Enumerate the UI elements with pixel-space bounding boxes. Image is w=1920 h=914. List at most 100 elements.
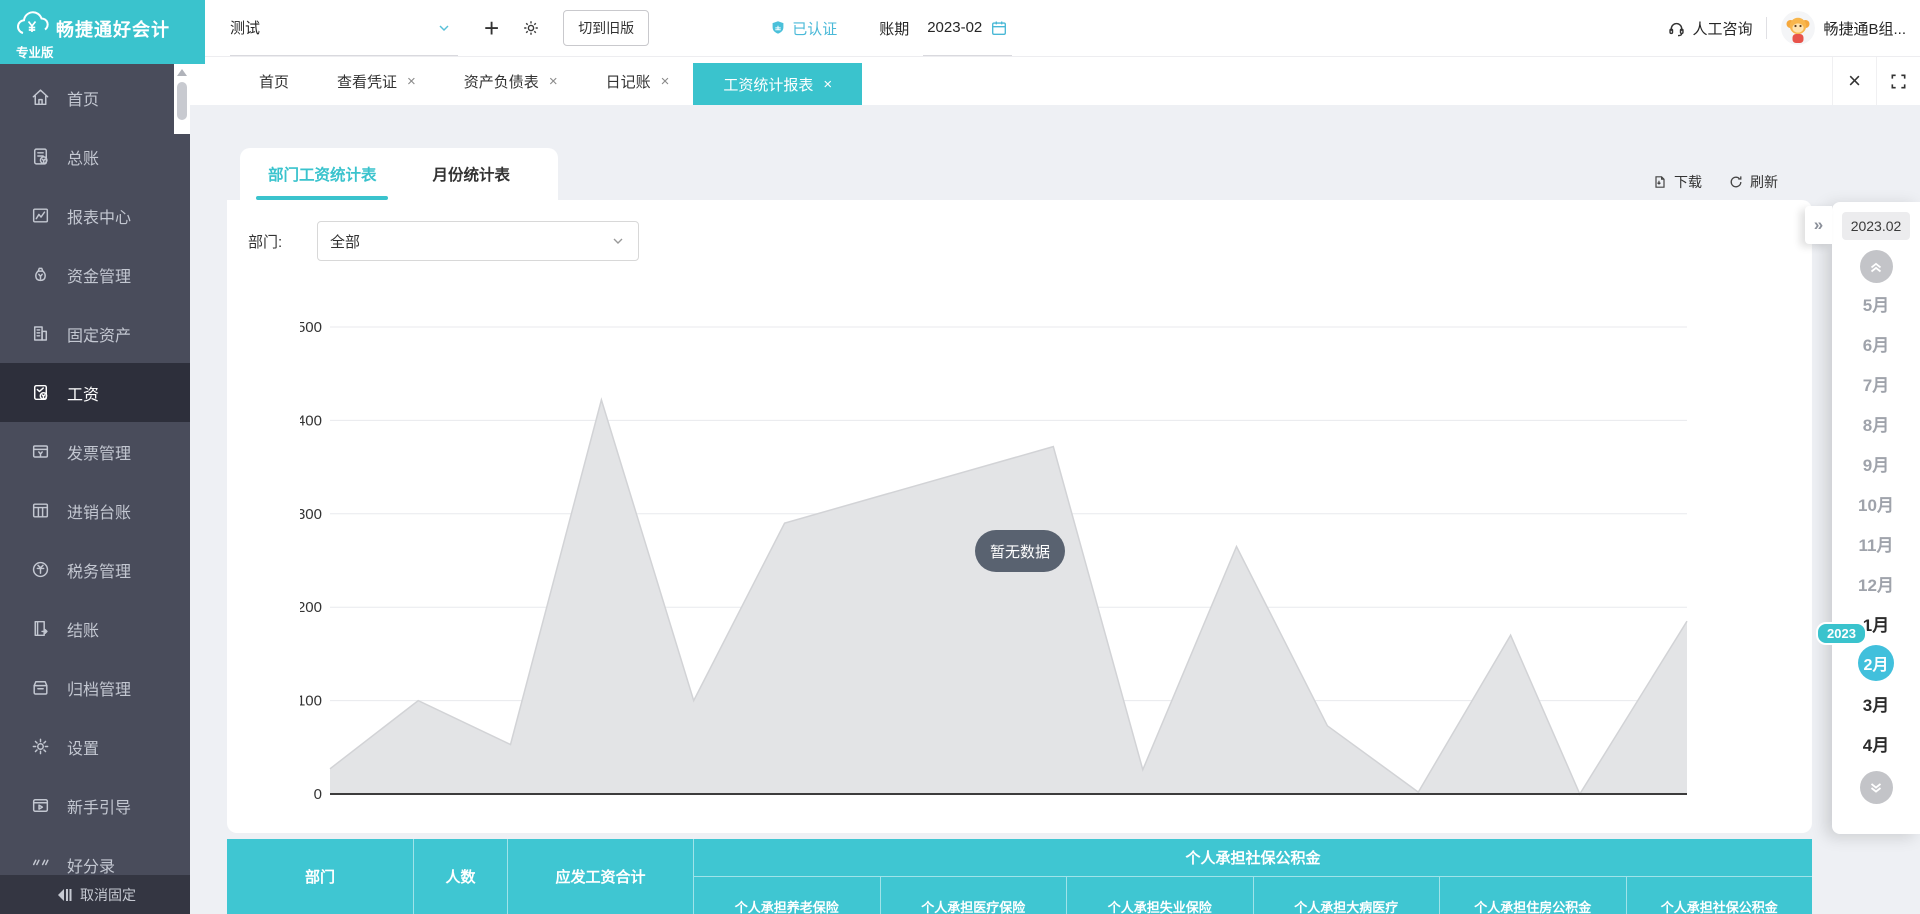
switch-old-version-button[interactable]: 切到旧版 <box>563 10 650 46</box>
month-item[interactable]: 10月 <box>1832 483 1920 523</box>
quote-icon <box>30 854 51 875</box>
sidebar-item-label: 资金管理 <box>67 268 132 286</box>
support-button[interactable]: 人工咨询 <box>1667 18 1752 39</box>
sidebar-item-assets[interactable]: 固定资产 <box>0 304 190 363</box>
selected-month-circle[interactable]: 2月 <box>1858 645 1894 681</box>
sidebar-item-trade[interactable]: 进销台账 <box>0 481 190 540</box>
sidebar-item-tax[interactable]: 税务管理 <box>0 540 190 599</box>
empty-data-badge: 暂无数据 <box>975 530 1065 572</box>
month-item[interactable]: 2月 <box>1832 643 1920 683</box>
column-header-department: 部门 <box>227 839 414 914</box>
gear-icon[interactable] <box>521 18 541 38</box>
sidebar-item-salary[interactable]: 工资 <box>0 363 190 422</box>
guide-icon <box>30 795 51 816</box>
report-tab[interactable]: 部门工资统计表 <box>240 148 405 200</box>
tax-icon <box>30 559 51 580</box>
sidebar-items: 首页 总账 报表中心资金管理固定资产工资发票管理进销台账税务管理结账归档管理设置 新手… <box>0 64 190 894</box>
account-selector[interactable]: 测试 <box>230 0 458 56</box>
tab-close-icon[interactable]: × <box>661 73 670 90</box>
calendar-icon <box>990 19 1008 37</box>
report-tab[interactable]: 月份统计表 <box>405 148 539 200</box>
month-item[interactable]: 8月 <box>1832 403 1920 443</box>
sidebar-item-guide[interactable]: 新手引导 <box>0 776 190 835</box>
workspace-tab[interactable]: 工资统计报表 × <box>693 63 863 105</box>
app-logo: 畅捷通好会计 专业版 <box>0 0 205 64</box>
tab-close-icon[interactable]: × <box>549 73 558 90</box>
shield-icon <box>769 19 787 37</box>
workspace-tab[interactable]: 资产负债表 × <box>440 57 582 105</box>
workspace-tab[interactable]: 日记账 × <box>582 57 694 105</box>
period-selector: 账期 2023-02 <box>879 0 1013 56</box>
scroll-up-arrow-icon[interactable] <box>177 69 187 76</box>
assets-icon <box>30 323 51 344</box>
download-label: 下载 <box>1674 174 1702 190</box>
fullscreen-button[interactable] <box>1876 57 1920 105</box>
sidebar-item-archive[interactable]: 归档管理 <box>0 658 190 717</box>
department-select[interactable]: 全部 <box>317 221 639 261</box>
sidebar-item-invoice[interactable]: 发票管理 <box>0 422 190 481</box>
download-button[interactable]: 下载 <box>1652 172 1702 192</box>
workspace-tab[interactable]: 首页 <box>235 57 313 105</box>
month-item[interactable]: 12月 <box>1832 563 1920 603</box>
month-item[interactable]: 3月 <box>1832 683 1920 723</box>
closing-icon <box>30 618 51 639</box>
sidebar-item-home[interactable]: 首页 <box>0 68 190 127</box>
scroll-months-up-button[interactable] <box>1859 250 1893 283</box>
sidebar-item-closing[interactable]: 结账 <box>0 599 190 658</box>
workspace-tab-label: 资产负债表 <box>463 73 539 91</box>
workspace-tab[interactable]: 查看凭证 × <box>313 57 440 105</box>
scroll-months-down-button[interactable] <box>1859 771 1893 804</box>
sidebar-scrollbar[interactable] <box>174 64 190 134</box>
sidebar-item-settings[interactable]: 设置 <box>0 717 190 776</box>
group-header-label: 个人承担社保公积金 <box>694 839 1812 877</box>
refresh-button[interactable]: 刷新 <box>1728 172 1778 192</box>
column-header-headcount: 人数 <box>414 839 508 914</box>
tab-close-icon[interactable]: × <box>407 73 416 90</box>
headset-icon <box>1667 19 1686 38</box>
sub-column-header: 个人承担社保公积金 <box>1660 899 1778 914</box>
certified-badge[interactable]: 已认证 <box>769 18 837 39</box>
avatar[interactable] <box>1781 11 1816 45</box>
sidebar-item-funds[interactable]: 资金管理 <box>0 245 190 304</box>
report-tab-label: 部门工资统计表 <box>268 167 377 184</box>
collapse-panel-button[interactable]: » <box>1805 206 1832 244</box>
support-label: 人工咨询 <box>1692 20 1753 38</box>
home-icon <box>30 87 51 108</box>
user-name[interactable]: 畅捷通B组... <box>1823 18 1906 39</box>
report-tabs: 部门工资统计表 月份统计表 <box>240 148 558 200</box>
period-month-panel: » 2023.02 5月 6月 7月 8月 9月 10月 11月 12月 1月 2月 3月 4月 20… <box>1805 202 1920 834</box>
period-value: 2023-02 <box>927 19 983 36</box>
year-badge: 2023 <box>1816 622 1867 645</box>
sidebar: 首页 总账 报表中心资金管理固定资产工资发票管理进销台账税务管理结账归档管理设置 新手… <box>0 64 190 914</box>
sidebar-item-label: 税务管理 <box>67 563 132 581</box>
sidebar-item-report[interactable]: 报表中心 <box>0 186 190 245</box>
department-filter-label: 部门: <box>248 234 283 251</box>
month-item[interactable]: 6月 <box>1832 323 1920 363</box>
add-account-set-button[interactable]: + <box>484 15 499 41</box>
cloud-logo-icon <box>12 8 52 42</box>
sidebar-item-label: 归档管理 <box>67 681 132 699</box>
sidebar-item-label: 工资 <box>67 386 100 404</box>
salary-table-header: 部门 人数 应发工资合计 个人承担社保公积金 个人承担养老保险 个人承担医疗保险个… <box>227 839 1812 914</box>
salary-table: 部门 人数 应发工资合计 个人承担社保公积金 个人承担养老保险 个人承担医疗保险个… <box>227 839 1812 914</box>
sub-column-header: 个人承担失业保险 <box>1067 877 1254 914</box>
svg-text:0: 0 <box>314 786 322 803</box>
close-all-tabs-button[interactable]: × <box>1832 57 1876 105</box>
workspace-tabs: 首页 查看凭证 × 资产负债表 × 日记账 × 工资统计报表 × <box>235 57 863 105</box>
period-field[interactable]: 2023-02 <box>923 0 1013 56</box>
unpin-sidebar-button[interactable]: 取消固定 <box>0 875 190 914</box>
unpin-label: 取消固定 <box>80 886 136 903</box>
month-item[interactable]: 4月 <box>1832 723 1920 763</box>
month-item[interactable]: 9月 <box>1832 443 1920 483</box>
divider <box>1766 17 1768 39</box>
tab-close-icon[interactable]: × <box>823 76 832 93</box>
sidebar-item-label: 发票管理 <box>67 445 132 463</box>
sidebar-item-ledger[interactable]: 总账 <box>0 127 190 186</box>
month-item[interactable]: 11月 <box>1832 523 1920 563</box>
chevron-down-icon <box>436 20 452 36</box>
scrollbar-thumb[interactable] <box>177 82 187 120</box>
workspace-tab-label: 工资统计报表 <box>723 76 814 94</box>
sidebar-item-label: 好分录 <box>67 858 116 876</box>
month-item[interactable]: 7月 <box>1832 363 1920 403</box>
month-item[interactable]: 5月 <box>1832 283 1920 323</box>
